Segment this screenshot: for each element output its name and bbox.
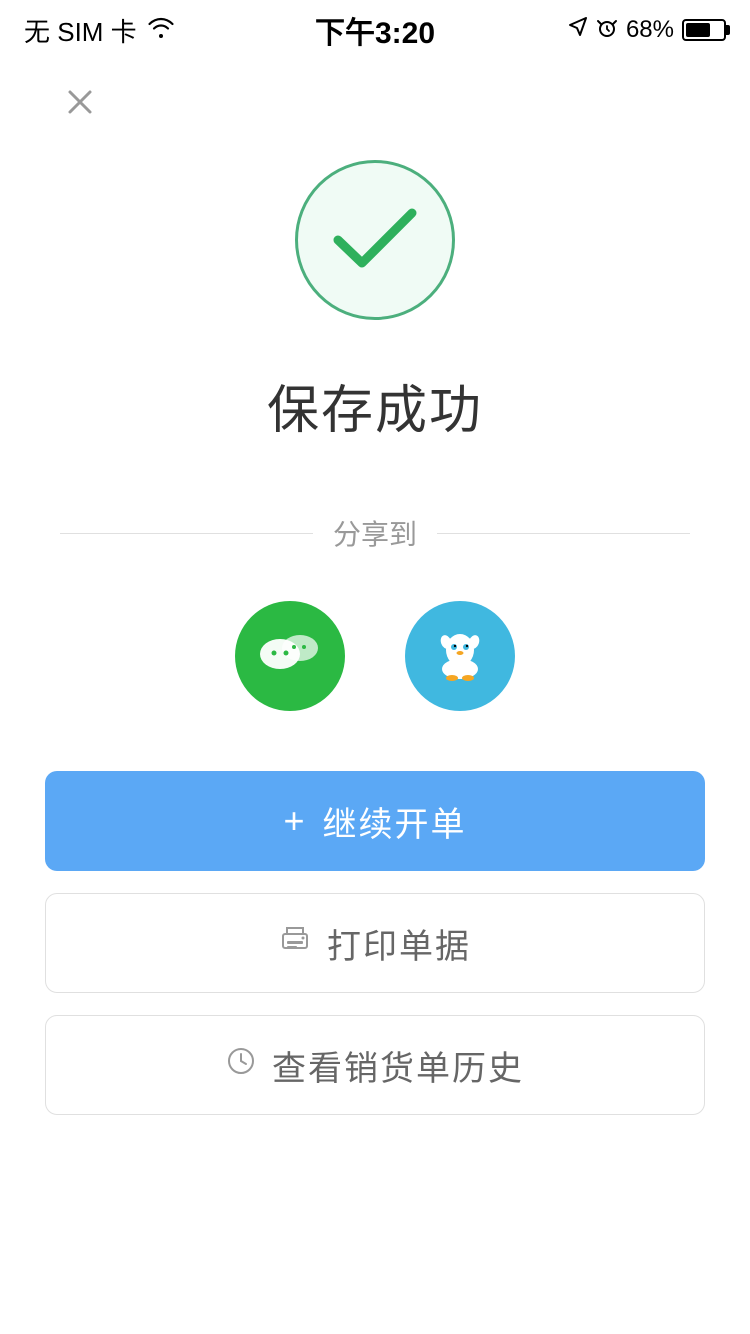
status-carrier: 无 SIM 卡: [24, 12, 175, 49]
wechat-share-button[interactable]: [235, 601, 345, 711]
plus-icon: +: [283, 800, 306, 842]
alarm-icon: [596, 16, 618, 45]
battery-percentage: 68%: [626, 16, 674, 44]
success-circle: [295, 160, 455, 320]
qq-icon: [428, 624, 492, 688]
history-icon: [226, 1046, 256, 1085]
close-button[interactable]: [50, 72, 110, 132]
status-bar: 无 SIM 卡 下午3:20 68%: [0, 0, 750, 60]
share-divider: 分享到: [0, 513, 750, 553]
qq-share-button[interactable]: [405, 601, 515, 711]
print-icon: [279, 924, 311, 963]
action-buttons: + 继续开单 打印单据 查看销货单历史: [45, 771, 705, 1115]
carrier-text: 无 SIM 卡: [24, 12, 137, 49]
wifi-icon: [147, 16, 175, 44]
share-section: 分享到: [0, 513, 750, 711]
success-title: 保存成功: [267, 368, 483, 443]
main-content: 保存成功 分享到: [0, 60, 750, 1115]
continue-order-label: 继续开单: [323, 797, 467, 846]
wechat-icon: [256, 622, 324, 690]
continue-order-button[interactable]: + 继续开单: [45, 771, 705, 871]
battery-icon: [682, 19, 726, 41]
status-time: 下午3:20: [315, 8, 435, 52]
checkmark-icon: [330, 205, 420, 275]
print-receipt-label: 打印单据: [327, 919, 471, 968]
print-receipt-button[interactable]: 打印单据: [45, 893, 705, 993]
share-icons: [235, 601, 515, 711]
location-icon: [568, 16, 588, 45]
share-label: 分享到: [313, 513, 437, 553]
status-right: 68%: [568, 16, 726, 45]
view-history-label: 查看销货单历史: [272, 1041, 524, 1090]
view-history-button[interactable]: 查看销货单历史: [45, 1015, 705, 1115]
